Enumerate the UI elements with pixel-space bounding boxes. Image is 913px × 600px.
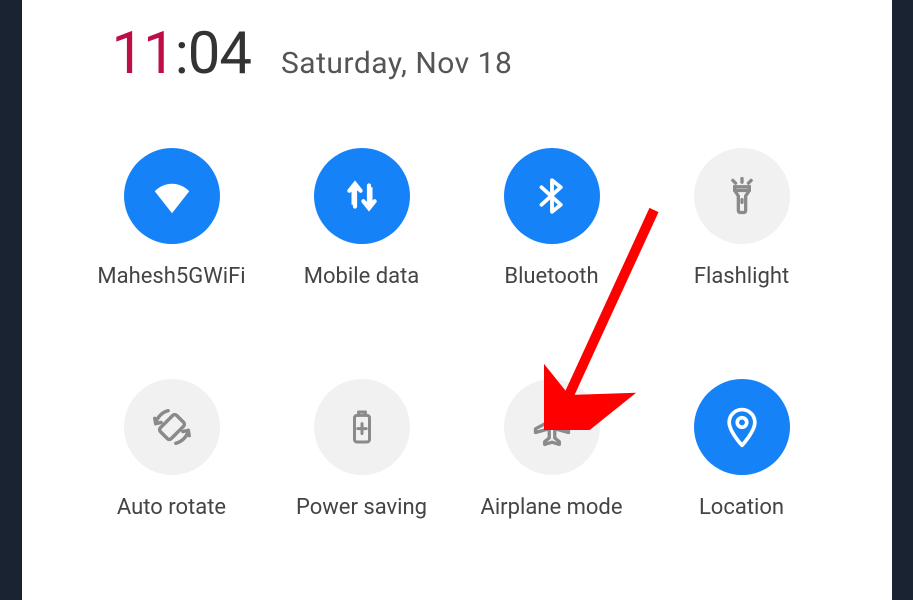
tile-label: Bluetooth [504,264,598,289]
wifi-icon [149,173,195,219]
clock: 11:04 [112,20,251,88]
tile-wifi: Mahesh5GWiFi [82,148,262,289]
clock-minutes: 04 [188,20,251,88]
tile-airplane-mode: Airplane mode [462,379,642,520]
location-toggle[interactable] [694,379,790,475]
flashlight-toggle[interactable] [694,148,790,244]
battery-plus-icon [342,407,382,447]
tile-label: Mobile data [304,264,419,289]
clock-separator: : [175,20,188,88]
tile-location: Location [652,379,832,520]
tile-label: Flashlight [694,264,789,289]
tiles-grid: Mahesh5GWiFi Mobile data [22,98,892,520]
quick-settings-panel: 11:04 Saturday, Nov 18 Mahesh5GWiFi [22,0,892,600]
tile-auto-rotate: Auto rotate [82,379,262,520]
power-saving-toggle[interactable] [314,379,410,475]
date-label: Saturday, Nov 18 [281,46,512,81]
tile-flashlight: Flashlight [652,148,832,289]
auto-rotate-toggle[interactable] [124,379,220,475]
tile-label: Mahesh5GWiFi [97,264,245,289]
bluetooth-toggle[interactable] [504,148,600,244]
tile-label: Power saving [296,495,427,520]
rotate-icon [149,404,195,450]
location-pin-icon [720,405,764,449]
data-arrows-icon [341,175,383,217]
mobile-data-toggle[interactable] [314,148,410,244]
airplane-mode-toggle[interactable] [504,379,600,475]
tile-label: Auto rotate [117,495,226,520]
tile-mobile-data: Mobile data [272,148,452,289]
bluetooth-icon [531,175,573,217]
flashlight-icon [720,174,764,218]
wifi-toggle[interactable] [124,148,220,244]
tile-label: Location [699,495,784,520]
clock-hours: 11 [112,20,175,88]
tile-bluetooth: Bluetooth [462,148,642,289]
tile-label: Airplane mode [480,495,622,520]
status-header: 11:04 Saturday, Nov 18 [22,20,892,98]
airplane-icon [530,405,574,449]
tile-power-saving: Power saving [272,379,452,520]
